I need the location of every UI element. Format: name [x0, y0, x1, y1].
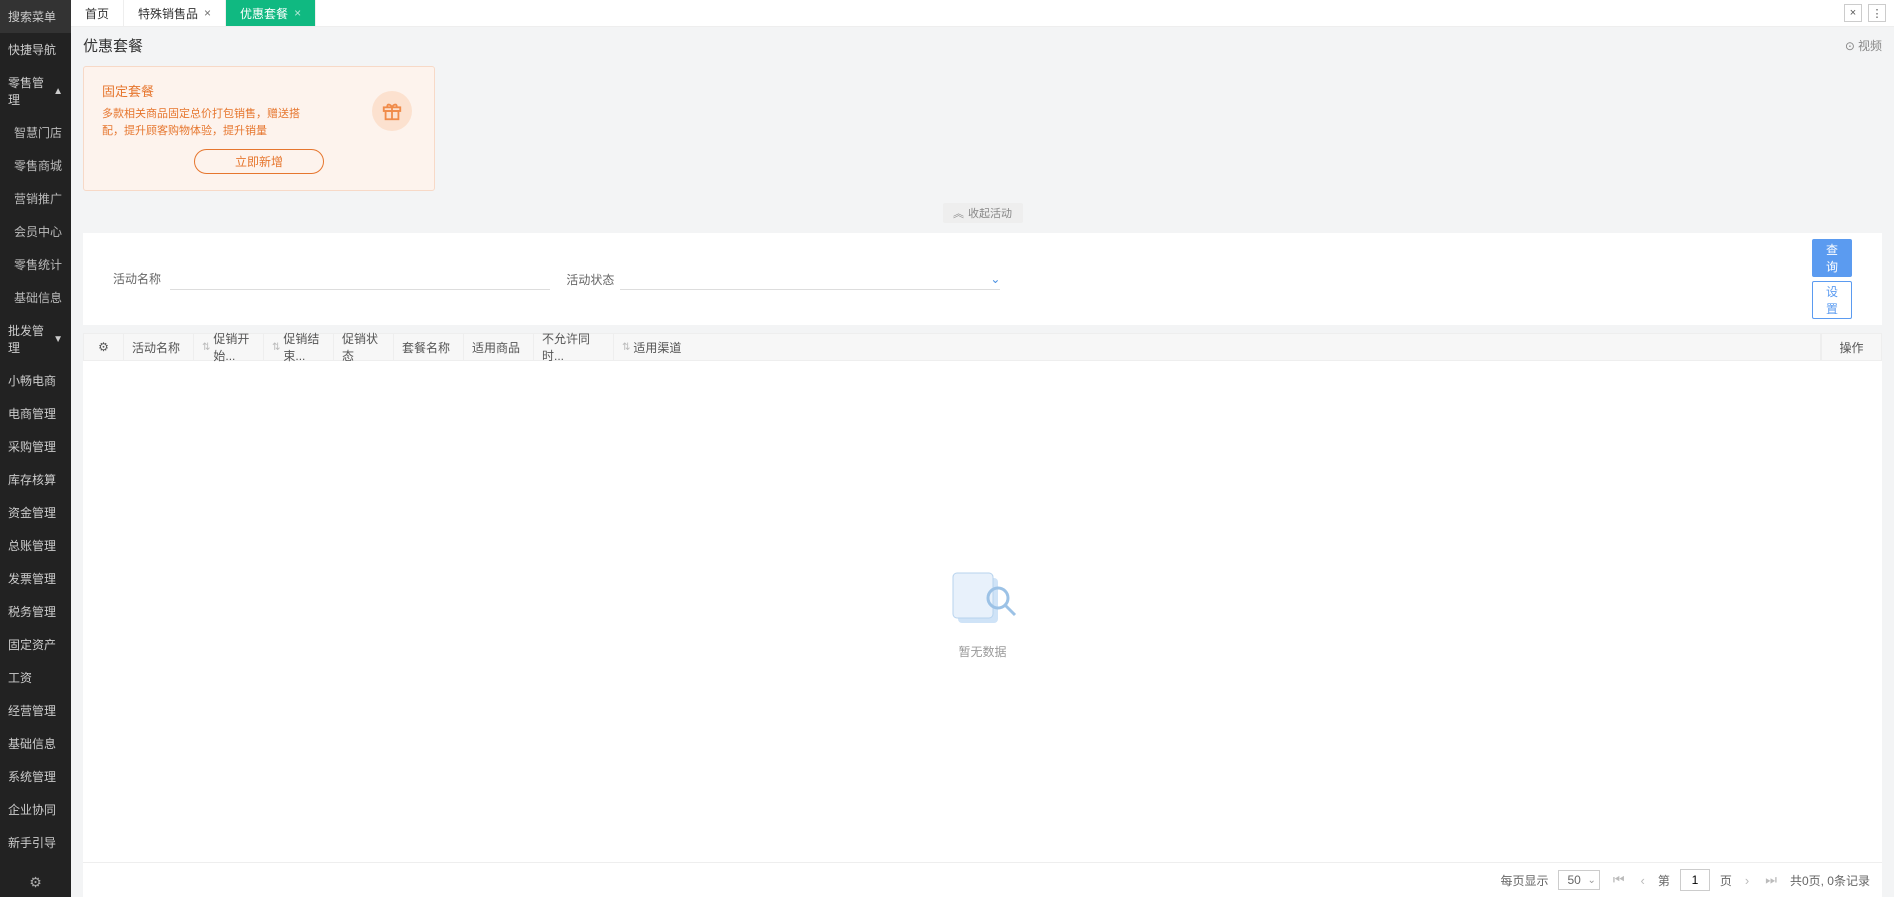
filter-name-label: 活动名称 — [113, 272, 161, 286]
page-header: 优惠套餐 ⊙ 视频 — [71, 27, 1894, 62]
page-summary: 共0页, 0条记录 — [1790, 872, 1870, 889]
query-button[interactable]: 查询 — [1812, 239, 1852, 277]
tab-label: 首页 — [85, 5, 109, 22]
sidebar-item-sysmgmt[interactable]: 系统管理 — [0, 760, 71, 793]
collapse-label: 收起活动 — [968, 205, 1012, 221]
activity-status-select[interactable]: ⌄ — [620, 268, 1000, 290]
table-header: ⚙ 活动名称 ⇅促销开始... ⇅促销结束... 促销状态 套餐名称 适用商品 … — [83, 333, 1882, 361]
close-icon[interactable]: × — [294, 6, 301, 20]
tab-label: 优惠套餐 — [240, 5, 288, 22]
filter-bar: 活动名称 活动状态 ⌄ 查询 设置 — [83, 233, 1882, 325]
gift-icon — [372, 91, 412, 131]
sidebar-item-funds[interactable]: 资金管理 — [0, 496, 71, 529]
sort-icon: ⇅ — [272, 342, 280, 353]
main: 首页 特殊销售品 × 优惠套餐 × × ⋮ 优惠套餐 ⊙ 视频 — [71, 0, 1894, 897]
tabs-more-icon[interactable]: ⋮ — [1868, 4, 1886, 22]
sidebar-item-xiaochang[interactable]: 小畅电商 — [0, 364, 71, 397]
th-operations: 操作 — [1821, 334, 1881, 360]
th-products[interactable]: 适用商品 — [464, 334, 534, 360]
filter-name-group: 活动名称 — [113, 268, 550, 290]
sidebar-item-member[interactable]: 会员中心 — [0, 215, 71, 248]
sidebar-item-marketing[interactable]: 营销推广 — [0, 182, 71, 215]
page-prev-button[interactable]: ‹ — [1638, 873, 1648, 888]
th-disallow[interactable]: 不允许同时... — [534, 334, 614, 360]
sidebar-item-salary[interactable]: 工资 — [0, 661, 71, 694]
sidebar-item-baseinfo1[interactable]: 基础信息 — [0, 281, 71, 314]
play-icon: ⊙ — [1845, 39, 1855, 53]
sidebar-item-invoice[interactable]: 发票管理 — [0, 562, 71, 595]
per-page-label: 每页显示 — [1500, 872, 1548, 889]
promo-cards: 固定套餐 多款相关商品固定总价打包销售，赠送搭配，提升顾客购物体验，提升销量 立… — [71, 62, 1894, 199]
sidebar-section-retail[interactable]: 零售管理 ▲ — [0, 66, 71, 116]
sidebar-item-retailmall[interactable]: 零售商城 — [0, 149, 71, 182]
sidebar-section-label: 零售管理 — [8, 74, 51, 108]
tab-home[interactable]: 首页 — [71, 0, 124, 26]
per-page-select[interactable]: 50 ⌄ — [1558, 870, 1599, 890]
caret-down-icon: ▼ — [53, 334, 63, 345]
sidebar-item-fixedasset[interactable]: 固定资产 — [0, 628, 71, 661]
column-config-button[interactable]: ⚙ — [84, 334, 124, 360]
page-prefix: 第 — [1658, 872, 1670, 889]
sidebar-item-newbie[interactable]: 新手引导 — [0, 826, 71, 859]
th-promo-start[interactable]: ⇅促销开始... — [194, 334, 264, 360]
page-title: 优惠套餐 — [83, 35, 143, 56]
sidebar-item-ecommerce[interactable]: 电商管理 — [0, 397, 71, 430]
sidebar-footer: ⚙ — [0, 868, 71, 897]
empty-text: 暂无数据 — [958, 643, 1006, 660]
gear-icon[interactable]: ⚙ — [29, 874, 42, 890]
th-activity-name[interactable]: 活动名称 — [124, 334, 194, 360]
create-now-button[interactable]: 立即新增 — [194, 149, 324, 174]
sidebar-item-smartstore[interactable]: 智慧门店 — [0, 116, 71, 149]
page-first-button[interactable]: ⏮ — [1610, 872, 1628, 888]
sidebar-item-ledger[interactable]: 总账管理 — [0, 529, 71, 562]
tab-label: 特殊销售品 — [138, 5, 198, 22]
tabs-close-all-button[interactable]: × — [1844, 4, 1862, 22]
empty-state-icon — [943, 563, 1023, 633]
tab-discount-package[interactable]: 优惠套餐 × — [226, 0, 316, 26]
video-link[interactable]: ⊙ 视频 — [1845, 37, 1882, 54]
sidebar-item-inventory[interactable]: 库存核算 — [0, 463, 71, 496]
filter-status-group: 活动状态 ⌄ — [566, 268, 1000, 290]
settings-button[interactable]: 设置 — [1812, 281, 1852, 319]
sidebar-search[interactable]: 搜索菜单 — [0, 0, 71, 33]
sidebar-quicknav[interactable]: 快捷导航 — [0, 33, 71, 66]
tab-special-sales[interactable]: 特殊销售品 × — [124, 0, 226, 26]
page-suffix: 页 — [1720, 872, 1732, 889]
sidebar-item-retailstats[interactable]: 零售统计 — [0, 248, 71, 281]
sort-icon: ⇅ — [202, 342, 210, 353]
th-promo-end[interactable]: ⇅促销结束... — [264, 334, 334, 360]
th-package-name[interactable]: 套餐名称 — [394, 334, 464, 360]
th-channel[interactable]: ⇅适用渠道 — [614, 334, 1821, 360]
sidebar-item-enterprise[interactable]: 企业协同 — [0, 793, 71, 826]
sidebar: 搜索菜单 快捷导航 零售管理 ▲ 智慧门店 零售商城 营销推广 会员中心 零售统… — [0, 0, 71, 897]
sidebar-item-baseinfo2[interactable]: 基础信息 — [0, 727, 71, 760]
pagination: 每页显示 50 ⌄ ⏮ ‹ 第 页 › ⏭ 共0页, 0条记录 — [83, 862, 1882, 897]
card-description: 多款相关商品固定总价打包销售，赠送搭配，提升顾客购物体验，提升销量 — [102, 106, 302, 139]
sidebar-item-tax[interactable]: 税务管理 — [0, 595, 71, 628]
sidebar-item-bizmgmt[interactable]: 经营管理 — [0, 694, 71, 727]
chevron-up-icon: ︽ — [953, 205, 964, 221]
fixed-package-card: 固定套餐 多款相关商品固定总价打包销售，赠送搭配，提升顾客购物体验，提升销量 立… — [83, 66, 435, 191]
table-body-empty: 暂无数据 — [83, 361, 1882, 862]
collapse-activities-button[interactable]: ︽ 收起活动 — [943, 203, 1023, 223]
activity-name-input[interactable] — [170, 268, 550, 290]
filter-status-label: 活动状态 — [566, 271, 614, 288]
gear-icon: ⚙ — [98, 340, 109, 354]
th-promo-status[interactable]: 促销状态 — [334, 334, 394, 360]
chevron-down-icon: ⌄ — [990, 272, 1000, 286]
tab-bar: 首页 特殊销售品 × 优惠套餐 × × ⋮ — [71, 0, 1894, 27]
page-number-input[interactable] — [1680, 869, 1710, 891]
sidebar-section-wholesale[interactable]: 批发管理 ▼ — [0, 314, 71, 364]
per-page-value: 50 — [1558, 870, 1599, 890]
video-label: 视频 — [1858, 37, 1882, 54]
page-last-button[interactable]: ⏭ — [1762, 872, 1780, 888]
sidebar-section-label: 批发管理 — [8, 322, 51, 356]
card-title: 固定套餐 — [102, 81, 416, 100]
caret-up-icon: ▲ — [53, 86, 63, 97]
data-table: ⚙ 活动名称 ⇅促销开始... ⇅促销结束... 促销状态 套餐名称 适用商品 … — [83, 333, 1882, 862]
sidebar-item-purchase[interactable]: 采购管理 — [0, 430, 71, 463]
sort-icon: ⇅ — [622, 342, 630, 353]
close-icon[interactable]: × — [204, 6, 211, 20]
page-next-button[interactable]: › — [1742, 873, 1752, 888]
